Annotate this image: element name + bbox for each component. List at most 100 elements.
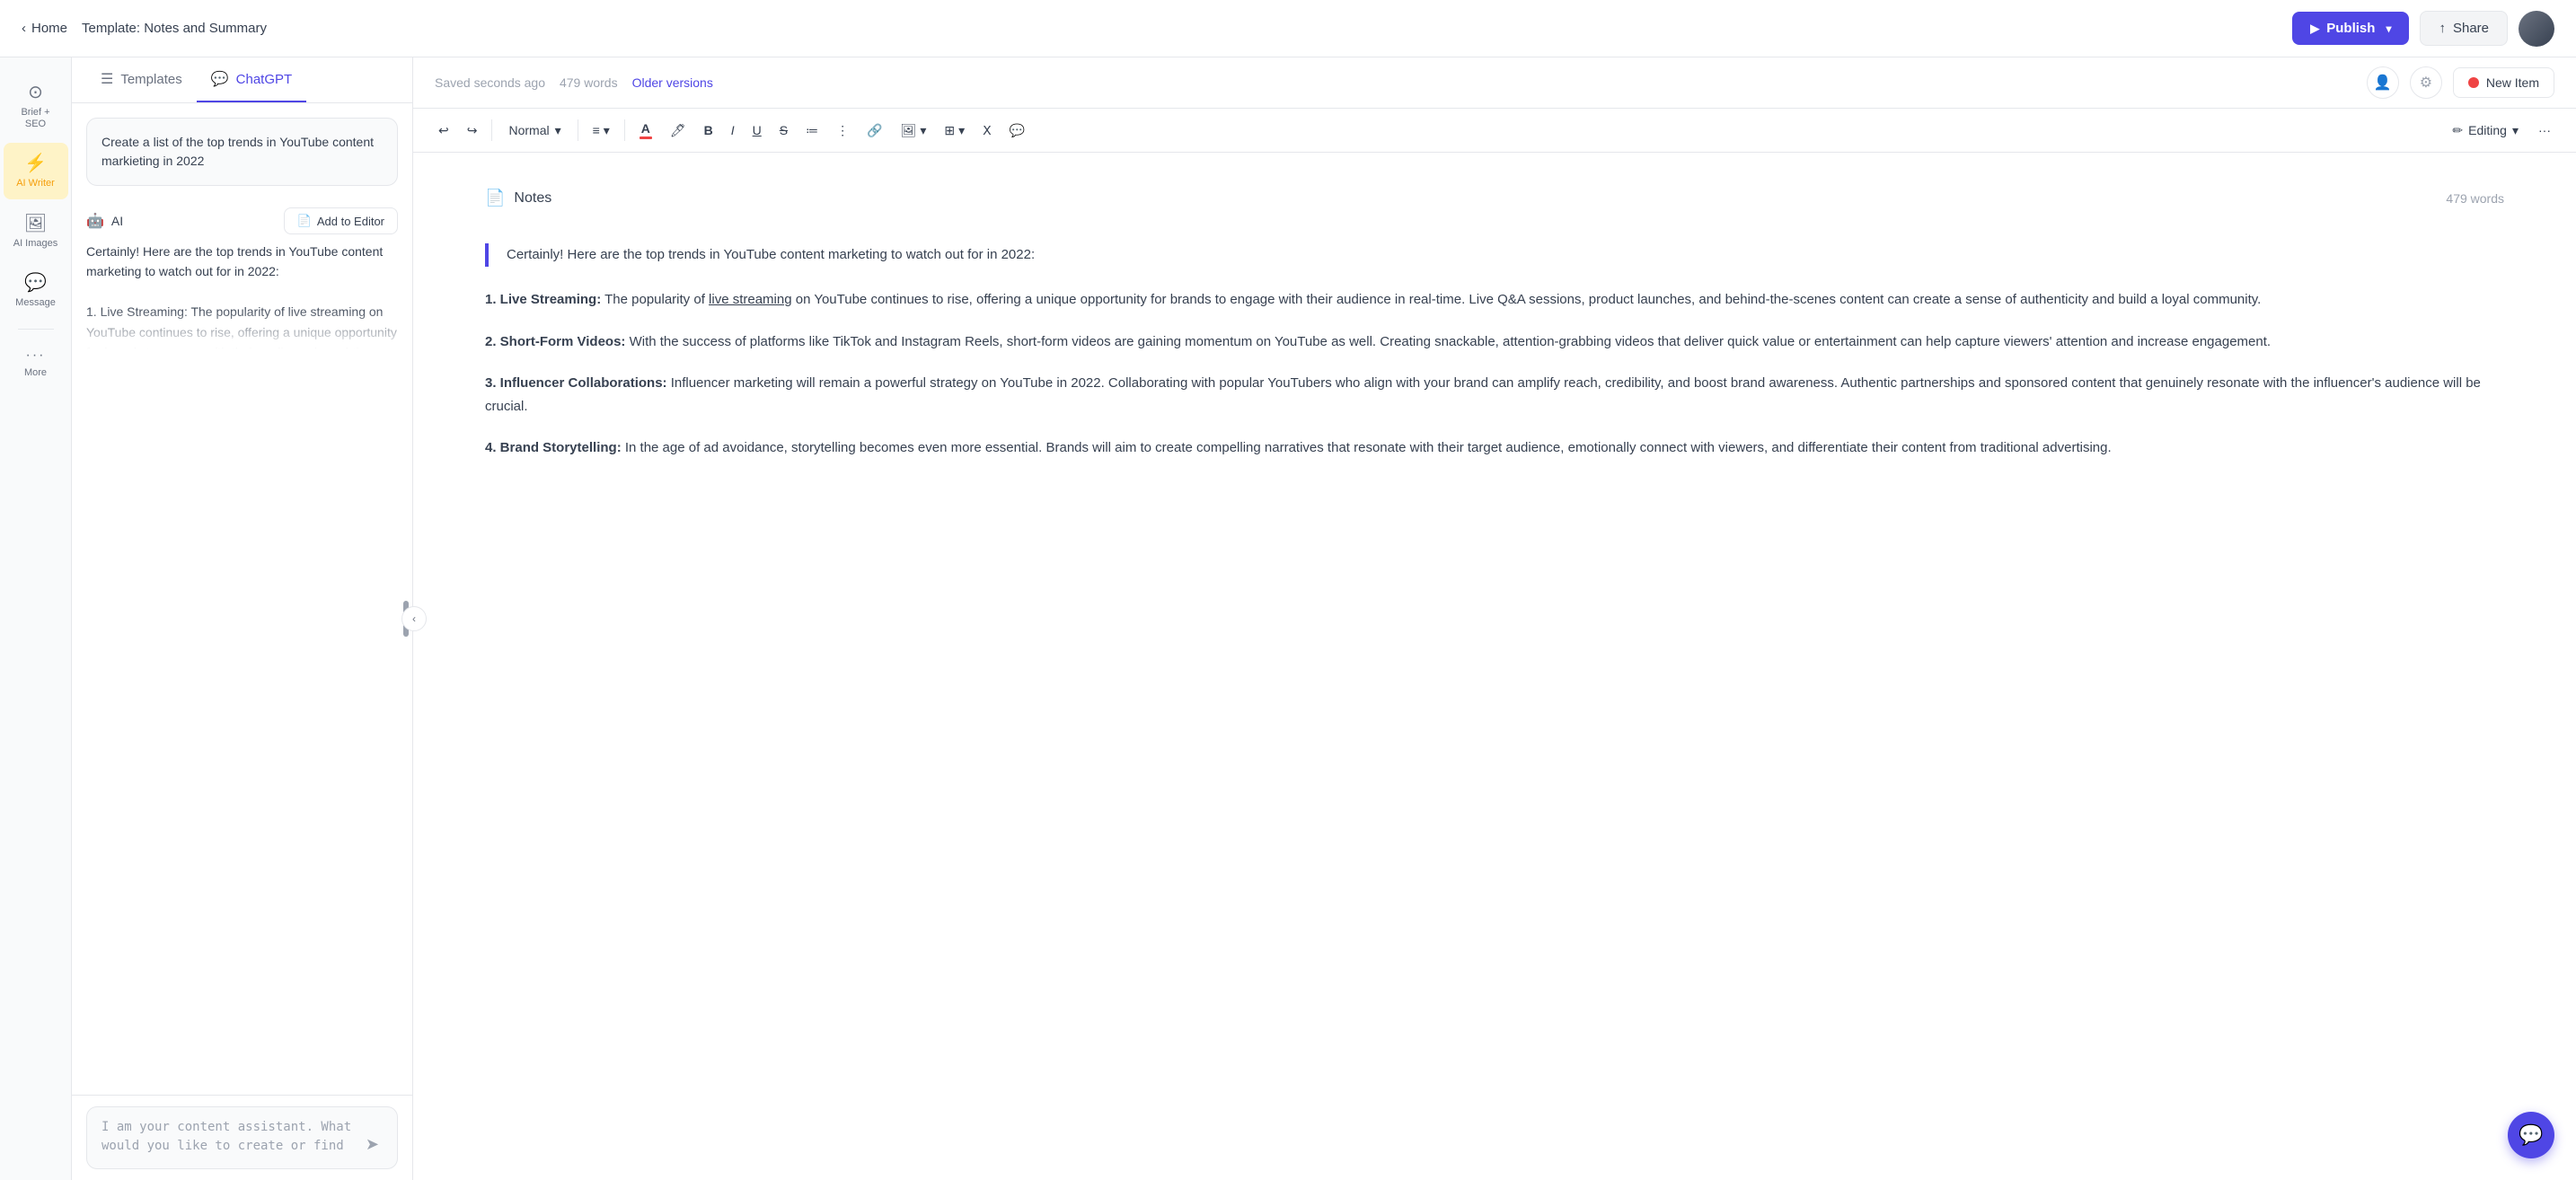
gear-icon: ⚙ [2420, 74, 2432, 92]
align-dropdown[interactable]: ≡ ▾ [586, 118, 617, 144]
settings-icon-button[interactable]: ⚙ [2410, 66, 2442, 99]
editing-label: Editing [2468, 123, 2507, 137]
template-label: Template: Notes and Summary [82, 21, 267, 36]
ai-robot-icon: 🤖 [86, 212, 104, 230]
tab-chatgpt[interactable]: 💬 ChatGPT [197, 57, 306, 102]
new-item-label: New Item [2486, 75, 2539, 90]
toolbar-separator-3 [624, 119, 625, 141]
notes-header: 📄 Notes 479 words [485, 189, 2504, 222]
chat-tabs: ☰ Templates 💬 ChatGPT [72, 57, 412, 103]
strikethrough-button[interactable]: S [772, 118, 795, 143]
new-item-button[interactable]: New Item [2453, 67, 2554, 98]
share-button[interactable]: ↑ Share [2420, 11, 2508, 46]
home-label: Home [31, 21, 67, 36]
nav-right: ▶ Publish ▾ ↑ Share [2292, 11, 2554, 47]
comment-icon: 💬 [1010, 123, 1025, 138]
publish-chevron-icon: ▾ [2386, 22, 2391, 35]
avatar[interactable] [2519, 11, 2554, 47]
image-chevron-icon: ▾ [920, 123, 926, 138]
editor-area: Saved seconds ago 479 words Older versio… [413, 57, 2576, 1180]
pencil-icon: ✏ [2452, 123, 2463, 138]
clear-format-icon: Ⅹ [983, 123, 992, 138]
add-to-editor-button[interactable]: 📄 Add to Editor [284, 207, 398, 234]
chat-bubble-button[interactable]: 💬 [2508, 1112, 2554, 1158]
send-button[interactable]: ➤ [362, 1132, 383, 1158]
collapse-panel-button[interactable]: ‹ [401, 606, 427, 631]
older-versions-label: Older versions [632, 75, 713, 90]
sidebar-item-brief-seo[interactable]: ⊙ Brief + SEO [4, 72, 68, 139]
ai-writer-icon: ⚡ [24, 152, 47, 174]
text-style-dropdown[interactable]: Normal ▾ [499, 118, 569, 144]
comment-button[interactable]: 💬 [1002, 118, 1032, 144]
sidebar: ⊙ Brief + SEO ⚡ AI Writer 🖼 AI Images 💬 … [0, 57, 72, 1180]
table-dropdown[interactable]: ⊞ ▾ [937, 118, 972, 144]
undo-button[interactable]: ↩ [431, 118, 456, 144]
sidebar-item-message[interactable]: 💬 Message [4, 262, 68, 318]
trend3-text: Influencer marketing will remain a power… [485, 375, 2481, 414]
message-icon: 💬 [24, 271, 47, 294]
more-options-button[interactable]: ··· [2531, 118, 2558, 143]
font-color-indicator: A [640, 121, 652, 139]
editing-dropdown[interactable]: ✏ Editing ▾ [2443, 118, 2527, 144]
notes-icon: 📄 [485, 189, 505, 207]
add-to-editor-icon: 📄 [297, 214, 312, 228]
home-link[interactable]: ‹ Home [22, 21, 67, 36]
editor-top-bar: Saved seconds ago 479 words Older versio… [413, 57, 2576, 109]
editor-intro: Certainly! Here are the top trends in Yo… [507, 243, 2504, 267]
chat-messages[interactable]: 🤖 AI 📄 Add to Editor Certainly! Here are… [72, 200, 412, 1095]
chevron-left-icon: ‹ [22, 21, 26, 36]
ai-images-icon: 🖼 [24, 212, 47, 234]
send-icon: ➤ [366, 1135, 379, 1153]
image-icon: 🖼 [901, 123, 917, 138]
sidebar-label-ai-images: AI Images [13, 238, 58, 250]
sidebar-item-more[interactable]: ··· More [17, 340, 54, 385]
font-color-button[interactable]: A [632, 116, 659, 145]
sidebar-item-ai-images[interactable]: 🖼 AI Images [4, 203, 68, 259]
chat-input-area: ➤ [72, 1095, 412, 1180]
bold-label: B [704, 123, 713, 137]
notes-title: 📄 Notes [485, 189, 551, 207]
bold-button[interactable]: B [697, 118, 720, 143]
highlight-button[interactable]: 🖊 [663, 118, 693, 144]
sidebar-item-ai-writer[interactable]: ⚡ AI Writer [4, 143, 68, 198]
older-versions-link[interactable]: Older versions [632, 75, 713, 90]
publish-arrow-icon: ▶ [2310, 22, 2319, 36]
trend3-title: 3. Influencer Collaborations: [485, 375, 667, 391]
underline-button[interactable]: U [745, 118, 769, 143]
live-streaming-underlined: live streaming [709, 292, 792, 307]
bullet-list-button[interactable]: ≔ [798, 118, 825, 144]
tab-templates[interactable]: ☰ Templates [86, 57, 197, 102]
saved-label: Saved seconds ago [435, 75, 545, 90]
redo-button[interactable]: ↪ [460, 118, 485, 144]
clear-format-button[interactable]: Ⅹ [975, 118, 999, 144]
image-dropdown[interactable]: 🖼 ▾ [894, 118, 934, 144]
chat-message-ai: 🤖 AI 📄 Add to Editor Certainly! Here are… [86, 207, 398, 349]
sidebar-label-message: Message [15, 297, 56, 309]
trend2-title: 2. Short-Form Videos: [485, 334, 625, 349]
italic-button[interactable]: I [724, 118, 742, 143]
link-button[interactable]: 🔗 [860, 118, 889, 144]
undo-icon: ↩ [438, 123, 449, 138]
editor-actions: 👤 ⚙ New Item [2367, 66, 2554, 99]
strikethrough-label: S [780, 123, 788, 137]
bullet-list-icon: ≔ [806, 123, 818, 138]
highlight-icon: 🖊 [670, 123, 686, 138]
message-header: 🤖 AI 📄 Add to Editor [86, 207, 398, 234]
user-add-icon-button[interactable]: 👤 [2367, 66, 2399, 99]
prompt-bubble: Create a list of the top trends in YouTu… [86, 118, 398, 186]
editor-content[interactable]: 📄 Notes 479 words Certainly! Here are th… [413, 153, 2576, 1180]
sidebar-label-ai-writer: AI Writer [16, 178, 55, 189]
align-chevron-icon: ▾ [604, 123, 610, 138]
chat-input[interactable] [101, 1118, 355, 1158]
more-options-icon: ··· [2538, 123, 2551, 137]
user-icon: 👤 [2374, 74, 2392, 92]
message-text: Certainly! Here are the top trends in Yo… [86, 244, 397, 349]
publish-button[interactable]: ▶ Publish ▾ [2292, 12, 2409, 45]
sidebar-separator [18, 329, 54, 330]
numbered-list-button[interactable]: ⋮ [829, 118, 856, 144]
nav-left: ‹ Home Template: Notes and Summary [22, 21, 267, 36]
chatgpt-tab-icon: 💬 [211, 70, 229, 88]
editor-trend3: 3. Influencer Collaborations: Influencer… [485, 372, 2504, 419]
ai-label-text: AI [111, 214, 123, 228]
template-name: Notes and Summary [144, 21, 267, 36]
